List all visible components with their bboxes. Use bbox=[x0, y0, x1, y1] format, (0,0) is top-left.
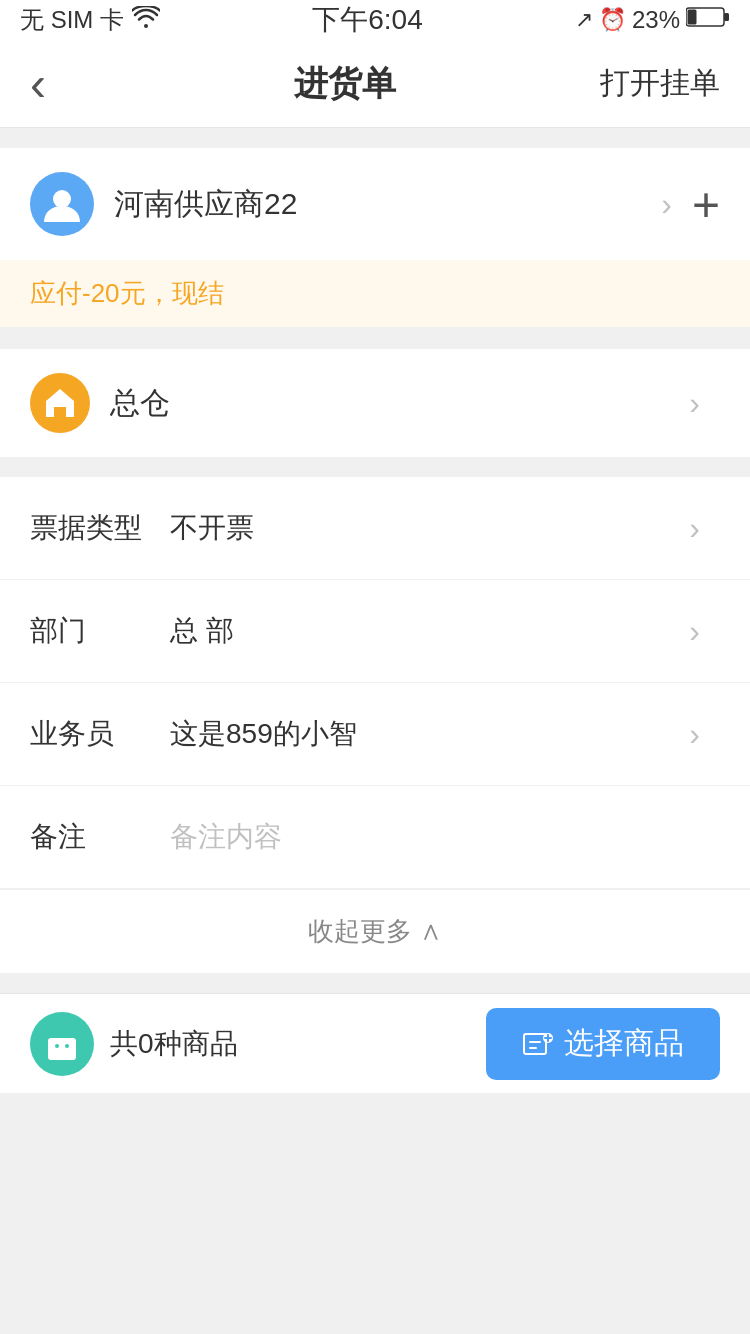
bottom-bar: 共0种商品 选择商品 bbox=[0, 993, 750, 1093]
salesman-chevron-icon: › bbox=[689, 716, 700, 753]
notice-bar: 应付-20元，现结 bbox=[0, 260, 750, 327]
open-pending-button[interactable]: 打开挂单 bbox=[600, 63, 720, 104]
status-bar: 无 SIM 卡 下午6:04 ↗ ⏰ 23% bbox=[0, 0, 750, 40]
invoice-value: 不开票 bbox=[170, 509, 689, 547]
status-left: 无 SIM 卡 bbox=[20, 4, 160, 36]
warehouse-icon bbox=[30, 373, 90, 433]
invoice-row[interactable]: 票据类型 不开票 › bbox=[0, 477, 750, 580]
home-icon bbox=[42, 385, 78, 421]
salesman-row[interactable]: 业务员 这是859的小智 › bbox=[0, 683, 750, 786]
select-product-icon bbox=[522, 1028, 554, 1060]
svg-rect-4 bbox=[54, 407, 66, 417]
select-product-button[interactable]: 选择商品 bbox=[486, 1008, 720, 1080]
page-title: 进货单 bbox=[294, 61, 396, 107]
page: 无 SIM 卡 下午6:04 ↗ ⏰ 23% bbox=[0, 0, 750, 1334]
section-gap-3 bbox=[0, 457, 750, 477]
form-section: 票据类型 不开票 › 部门 总 部 › 业务员 这是859的小智 › 备注 备注… bbox=[0, 477, 750, 973]
collapse-label: 收起更多 ∧ bbox=[308, 914, 441, 949]
user-icon bbox=[42, 184, 82, 224]
warehouse-chevron-icon: › bbox=[689, 385, 700, 422]
battery-icon bbox=[686, 6, 730, 34]
battery-label: 23% bbox=[632, 6, 680, 34]
status-right: ↗ ⏰ 23% bbox=[575, 6, 730, 34]
remark-input[interactable]: 备注内容 bbox=[170, 818, 720, 856]
wifi-icon bbox=[132, 6, 160, 34]
invoice-chevron-icon: › bbox=[689, 510, 700, 547]
warehouse-section: 总仓 › bbox=[0, 349, 750, 457]
select-product-label: 选择商品 bbox=[564, 1023, 684, 1064]
svg-rect-5 bbox=[48, 1038, 76, 1060]
supplier-chevron-icon: › bbox=[661, 186, 672, 223]
section-gap-1 bbox=[0, 128, 750, 148]
svg-rect-8 bbox=[524, 1034, 546, 1054]
alarm-icon: ⏰ bbox=[599, 7, 626, 33]
bottom-left: 共0种商品 bbox=[30, 1012, 238, 1076]
svg-point-7 bbox=[65, 1044, 69, 1048]
department-value: 总 部 bbox=[170, 612, 689, 650]
shopping-bag-icon bbox=[44, 1026, 80, 1062]
product-count-text: 共0种商品 bbox=[110, 1025, 238, 1063]
notice-text: 应付-20元，现结 bbox=[30, 278, 224, 308]
status-time: 下午6:04 bbox=[312, 1, 423, 39]
svg-rect-2 bbox=[688, 10, 697, 25]
warehouse-row[interactable]: 总仓 › bbox=[0, 349, 750, 457]
location-icon: ↗ bbox=[575, 7, 593, 33]
department-label: 部门 bbox=[30, 612, 170, 650]
svg-rect-1 bbox=[724, 13, 729, 21]
nav-bar: ‹ 进货单 打开挂单 bbox=[0, 40, 750, 128]
section-gap-2 bbox=[0, 327, 750, 347]
svg-point-3 bbox=[53, 190, 71, 208]
carrier-label: 无 SIM 卡 bbox=[20, 4, 124, 36]
invoice-label: 票据类型 bbox=[30, 509, 170, 547]
svg-point-6 bbox=[55, 1044, 59, 1048]
supplier-avatar bbox=[30, 172, 94, 236]
department-row[interactable]: 部门 总 部 › bbox=[0, 580, 750, 683]
supplier-name: 河南供应商22 bbox=[114, 184, 661, 225]
back-button[interactable]: ‹ bbox=[30, 56, 90, 111]
section-gap-4 bbox=[0, 973, 750, 993]
salesman-label: 业务员 bbox=[30, 715, 170, 753]
salesman-value: 这是859的小智 bbox=[170, 715, 689, 753]
remark-row[interactable]: 备注 备注内容 bbox=[0, 786, 750, 889]
remark-label: 备注 bbox=[30, 818, 170, 856]
warehouse-name: 总仓 bbox=[110, 383, 689, 424]
add-supplier-button[interactable]: + bbox=[692, 177, 720, 232]
supplier-row[interactable]: 河南供应商22 › + bbox=[0, 148, 750, 260]
collapse-button[interactable]: 收起更多 ∧ bbox=[0, 889, 750, 973]
supplier-section: 河南供应商22 › + 应付-20元，现结 bbox=[0, 148, 750, 327]
department-chevron-icon: › bbox=[689, 613, 700, 650]
product-count-icon bbox=[30, 1012, 94, 1076]
